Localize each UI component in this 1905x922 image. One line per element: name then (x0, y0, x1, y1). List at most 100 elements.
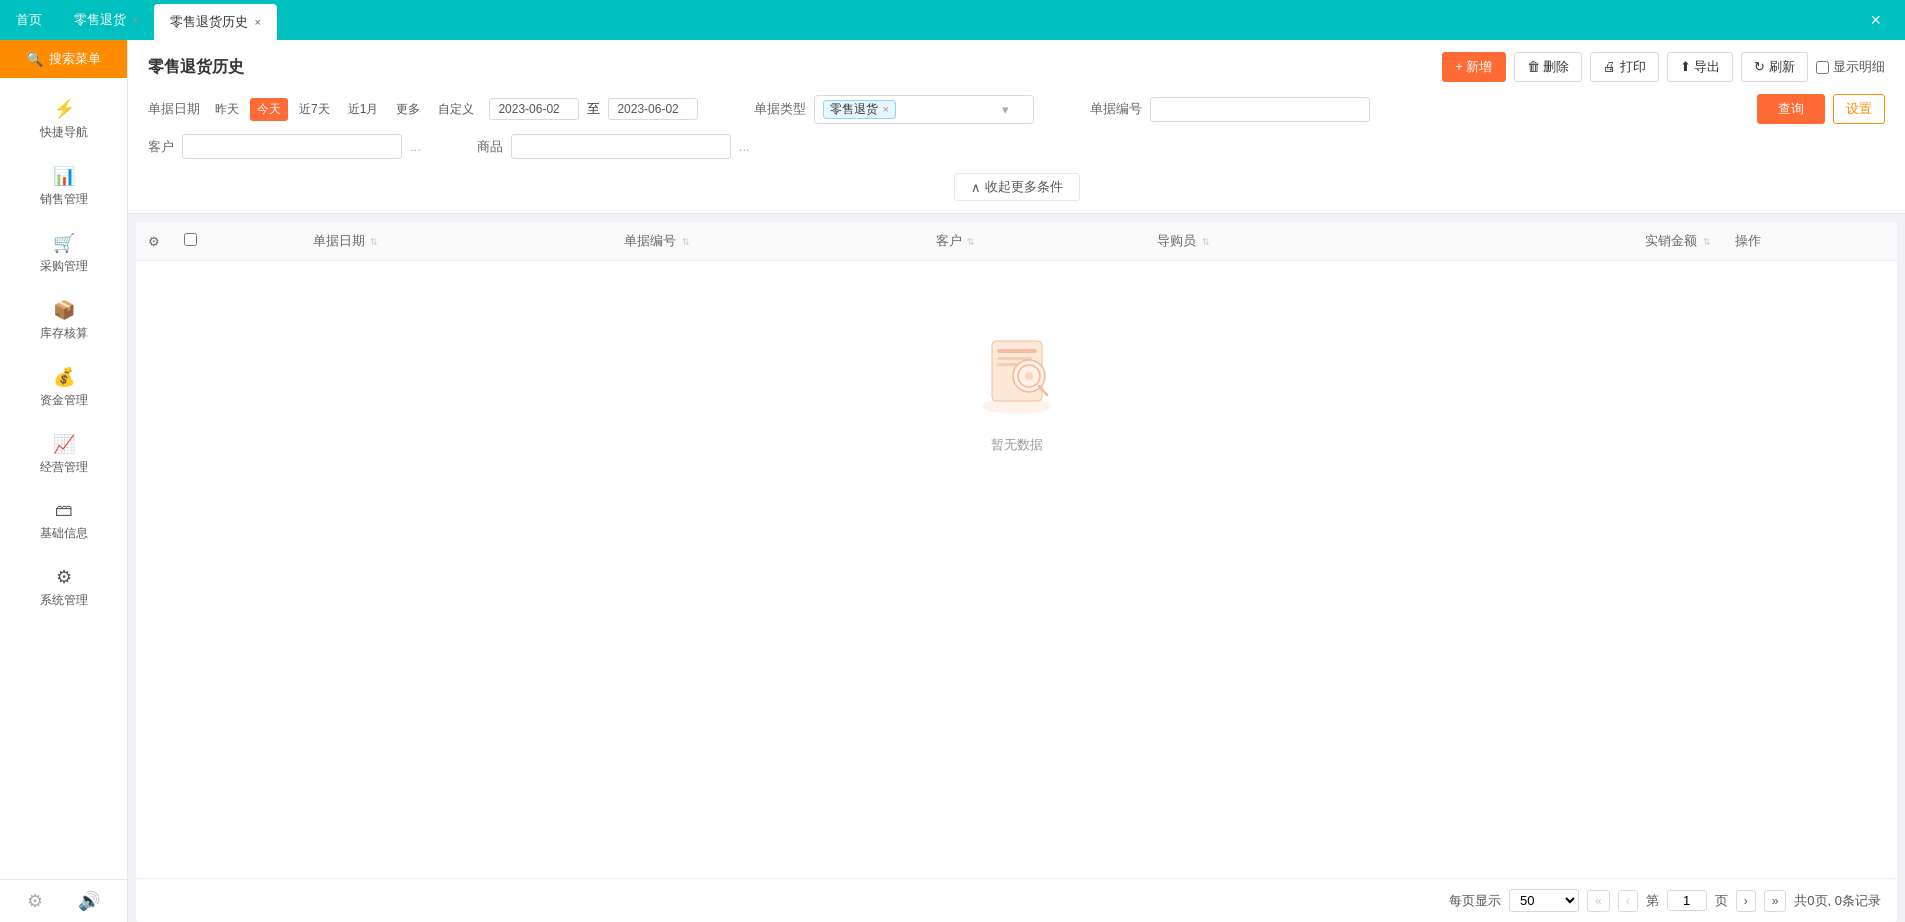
type-select[interactable]: 零售退货 × ▾ (814, 95, 1034, 124)
filter-row-2: 客户 ... 商品 ... (148, 134, 1885, 159)
content-area: 零售退货历史 + 新增 🗑 删除 🖨 打印 ⬆ 导出 ↻ 刷新 显示明细 (128, 40, 1905, 922)
last-page-button[interactable]: » (1764, 890, 1787, 912)
purchase-icon: 🛒 (53, 232, 75, 254)
svg-point-8 (1025, 372, 1033, 380)
page-label-pre: 第 (1646, 892, 1659, 910)
goods-label: 商品 (477, 138, 503, 156)
type-tag-close[interactable]: × (882, 103, 888, 115)
th-customer[interactable]: 客户 ⇅ (924, 222, 1145, 261)
sidebar-item-quicknav-label: 快捷导航 (40, 124, 88, 141)
setting-button[interactable]: 设置 (1833, 94, 1885, 124)
page-size-select[interactable]: 50 20 100 (1509, 889, 1579, 912)
sidebar-item-purchase[interactable]: 🛒 采购管理 (0, 220, 127, 287)
collapse-label: 收起更多条件 (985, 178, 1063, 196)
collapse-button[interactable]: ∧ 收起更多条件 (954, 173, 1080, 201)
filter-area: 单据日期 昨天 今天 近7天 近1月 更多 自定义 2023-06-02 至 2… (148, 94, 1885, 213)
collapse-row: ∧ 收起更多条件 (148, 169, 1885, 205)
page-title: 零售退货历史 (148, 57, 244, 78)
tab-retail-return-close[interactable]: × (132, 14, 138, 26)
date-1month[interactable]: 近1月 (341, 98, 386, 121)
table-header-row: ⚙ 单据日期 ⇅ 单据编号 ⇅ (136, 222, 1897, 261)
sidebar-item-finance[interactable]: 💰 资金管理 (0, 354, 127, 421)
th-checkbox (172, 222, 301, 261)
sidebar-nav: ⚡ 快捷导航 📊 销售管理 🛒 采购管理 📦 库存核算 💰 资金管理 📈 (0, 78, 127, 879)
sidebar-item-inventory[interactable]: 📦 库存核算 (0, 287, 127, 354)
refresh-button[interactable]: ↻ 刷新 (1741, 52, 1808, 82)
amount-sort-icon: ⇅ (1703, 237, 1711, 247)
customer-input[interactable] (182, 134, 402, 159)
number-label: 单据编号 (1090, 100, 1142, 118)
prev-page-button[interactable]: ‹ (1618, 890, 1638, 912)
date-from-input[interactable]: 2023-06-02 (489, 98, 579, 120)
operations-icon: 📈 (53, 433, 75, 455)
sidebar-item-system[interactable]: ⚙ 系统管理 (0, 554, 127, 621)
date-more[interactable]: 更多 (389, 98, 427, 121)
sidebar-item-basic-info[interactable]: 🗃 基础信息 (0, 488, 127, 554)
sidebar-search[interactable]: 🔍 搜索菜单 (0, 40, 127, 78)
th-guide[interactable]: 导购员 ⇅ (1145, 222, 1411, 261)
current-page-input[interactable]: 1 (1667, 890, 1707, 911)
window-close-button[interactable]: × (1862, 10, 1889, 31)
customer-label: 客户 (148, 138, 174, 156)
sidebar-item-purchase-label: 采购管理 (40, 258, 88, 275)
add-button[interactable]: + 新增 (1442, 52, 1505, 82)
sidebar-search-label: 搜索菜单 (49, 50, 101, 68)
th-action: 操作 (1723, 222, 1897, 261)
settings-bottom-icon[interactable]: ⚙ (27, 890, 43, 912)
date-label: 单据日期 (148, 100, 200, 118)
th-settings: ⚙ (136, 222, 172, 261)
th-amount[interactable]: 实销金额 ⇅ (1411, 222, 1723, 261)
filter-number: 单据编号 (1090, 97, 1370, 122)
number-input[interactable] (1150, 97, 1370, 122)
tab-home-label: 首页 (16, 11, 42, 29)
th-date-label: 单据日期 (313, 233, 365, 248)
date-7days[interactable]: 近7天 (292, 98, 337, 121)
th-number[interactable]: 单据编号 ⇅ (612, 222, 924, 261)
page-actions: + 新增 🗑 删除 🖨 打印 ⬆ 导出 ↻ 刷新 显示明细 (1442, 52, 1885, 82)
first-page-button[interactable]: « (1587, 890, 1610, 912)
print-button[interactable]: 🖨 打印 (1590, 52, 1659, 82)
export-button[interactable]: ⬆ 导出 (1667, 52, 1734, 82)
th-guide-label: 导购员 (1157, 233, 1196, 248)
date-sort-icon: ⇅ (370, 237, 378, 247)
type-dropdown-icon: ▾ (1002, 102, 1009, 117)
sidebar-item-operations[interactable]: 📈 经营管理 (0, 421, 127, 488)
next-page-button[interactable]: › (1736, 890, 1756, 912)
goods-ellipsis[interactable]: ... (739, 139, 750, 154)
search-icon: 🔍 (26, 51, 43, 67)
date-today[interactable]: 今天 (250, 98, 288, 121)
show-detail-input[interactable] (1816, 61, 1829, 74)
sidebar-item-basic-info-label: 基础信息 (40, 525, 88, 542)
page-title-row: 零售退货历史 + 新增 🗑 删除 🖨 打印 ⬆ 导出 ↻ 刷新 显示明细 (148, 52, 1885, 82)
filter-type: 单据类型 零售退货 × ▾ (754, 95, 1034, 124)
customer-sort-icon: ⇅ (967, 237, 975, 247)
query-button[interactable]: 查询 (1757, 94, 1825, 124)
inventory-icon: 📦 (53, 299, 75, 321)
top-bar-right: × (1862, 10, 1905, 31)
empty-icon (967, 321, 1067, 424)
table-settings-icon[interactable]: ⚙ (148, 234, 160, 249)
tab-home[interactable]: 首页 (0, 0, 58, 40)
sound-bottom-icon[interactable]: 🔊 (78, 890, 100, 912)
sidebar-item-quicknav[interactable]: ⚡ 快捷导航 (0, 86, 127, 153)
tab-retail-return-label: 零售退货 (74, 11, 126, 29)
customer-ellipsis[interactable]: ... (410, 139, 421, 154)
sidebar-item-operations-label: 经营管理 (40, 459, 88, 476)
show-detail-checkbox[interactable]: 显示明细 (1816, 58, 1885, 76)
th-customer-label: 客户 (936, 233, 962, 248)
date-custom[interactable]: 自定义 (431, 98, 481, 121)
tab-retail-return[interactable]: 零售退货 × (58, 0, 154, 40)
sidebar-item-sales[interactable]: 📊 销售管理 (0, 153, 127, 220)
th-date[interactable]: 单据日期 ⇅ (301, 222, 613, 261)
tab-retail-return-history[interactable]: 零售退货历史 × (154, 4, 276, 40)
date-to-input[interactable]: 2023-06-02 (608, 98, 698, 120)
date-yesterday[interactable]: 昨天 (208, 98, 246, 121)
svg-rect-2 (997, 349, 1037, 353)
delete-button[interactable]: 🗑 删除 (1514, 52, 1583, 82)
tab-retail-return-history-close[interactable]: × (254, 16, 260, 28)
sidebar-item-sales-label: 销售管理 (40, 191, 88, 208)
tab-bar: 首页 零售退货 × 零售退货历史 × (0, 0, 1862, 40)
sidebar-item-finance-label: 资金管理 (40, 392, 88, 409)
select-all-checkbox[interactable] (184, 233, 197, 246)
goods-input[interactable] (511, 134, 731, 159)
